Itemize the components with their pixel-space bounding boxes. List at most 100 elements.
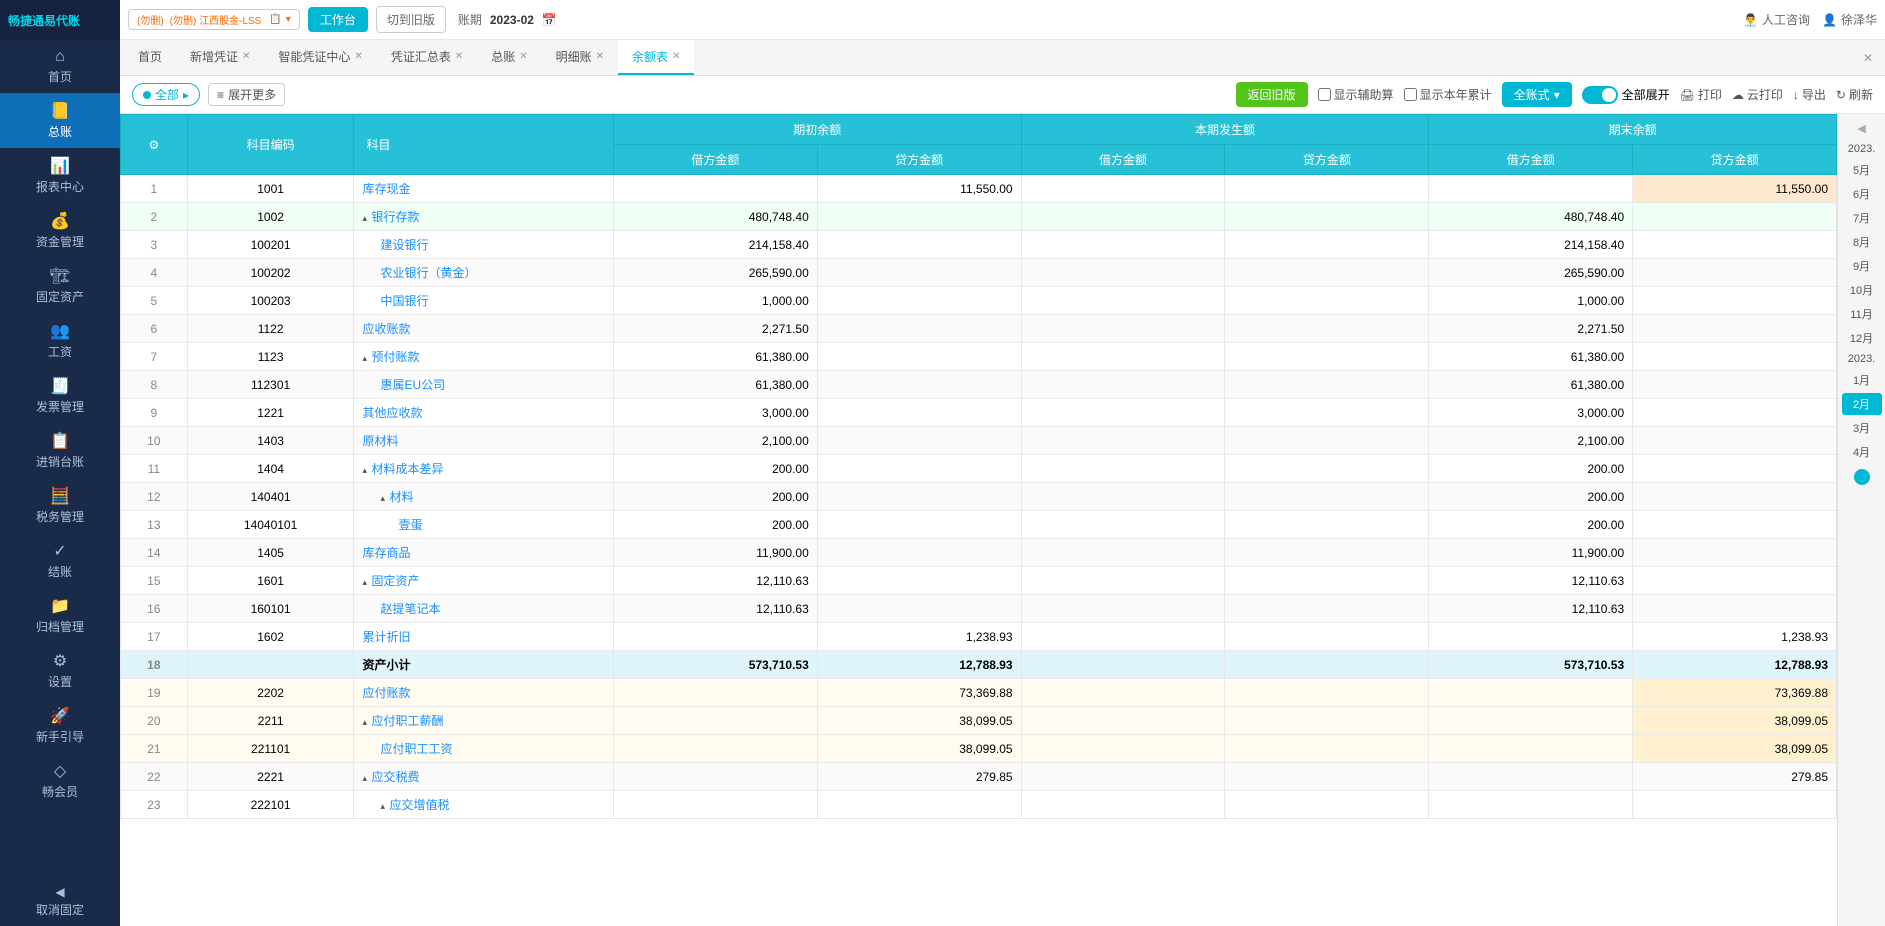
account-link[interactable]: 材料 (390, 490, 414, 504)
row-name[interactable]: 赵提笔记本 (354, 595, 613, 623)
month-8[interactable]: 8月 (1842, 231, 1882, 253)
expand-all-switch[interactable] (1582, 86, 1618, 104)
month-11[interactable]: 11月 (1842, 303, 1882, 325)
row-name[interactable]: 原材料 (354, 427, 613, 455)
company-selector[interactable]: (勿删) (勿删) 江西股金-LSS 📋 ▾ (128, 9, 300, 30)
sidebar-item-guide[interactable]: 🚀 新手引导 (0, 698, 120, 753)
sidebar-item-reports[interactable]: 📊 报表中心 (0, 148, 120, 203)
row-name[interactable]: ▴ 银行存款 (354, 203, 613, 231)
sidebar-item-fixed-assets[interactable]: 🏗 固定资产 (0, 258, 120, 313)
account-link[interactable]: 农业银行（黄金） (380, 266, 476, 280)
account-link[interactable]: 应交税费 (372, 770, 420, 784)
row-name[interactable]: ▴ 应付职工薪酬 (354, 707, 613, 735)
format-button[interactable]: 全账式 ▾ (1502, 82, 1572, 107)
account-link[interactable]: 原材料 (362, 434, 398, 448)
sidebar-item-settlement[interactable]: ✓ 结账 (0, 533, 120, 588)
expand-row-icon[interactable]: ▴ (362, 577, 369, 587)
account-link[interactable]: 建设银行 (380, 238, 428, 252)
month-6[interactable]: 6月 (1842, 183, 1882, 205)
tab-smart-check[interactable]: 智能凭证中心 ✕ (264, 40, 376, 75)
month-3[interactable]: 3月 (1842, 417, 1882, 439)
row-name[interactable]: 累计折旧 (354, 623, 613, 651)
sidebar-item-sales[interactable]: 📋 进销台账 (0, 423, 120, 478)
consult-button[interactable]: 👨‍💼 人工咨询 (1743, 11, 1810, 28)
account-link[interactable]: 应交增值税 (390, 798, 450, 812)
tab-close-detail[interactable]: ✕ (596, 51, 604, 62)
auxiliary-label[interactable]: 显示辅助算 (1318, 86, 1394, 103)
month-1[interactable]: 1月 (1842, 369, 1882, 391)
account-link[interactable]: 应付职工工资 (380, 742, 452, 756)
tab-detail[interactable]: 明细账 ✕ (542, 40, 618, 75)
sidebar-item-settings[interactable]: ⚙ 设置 (0, 643, 120, 698)
export-action[interactable]: ↓ 导出 (1793, 86, 1826, 103)
account-link[interactable]: 材料成本差异 (372, 462, 444, 476)
expand-row-icon[interactable]: ▴ (362, 717, 369, 727)
account-link[interactable]: 应付职工薪酬 (372, 714, 444, 728)
account-link[interactable]: 赵提笔记本 (380, 602, 440, 616)
print-action[interactable]: 🖨 打印 (1680, 86, 1722, 103)
row-name[interactable]: 库存商品 (354, 539, 613, 567)
tab-new-voucher[interactable]: 新增凭证 ✕ (176, 40, 264, 75)
sidebar-item-invoice[interactable]: 🧾 发票管理 (0, 368, 120, 423)
calendar-icon[interactable]: 📅 (542, 13, 557, 27)
row-name[interactable]: 中国银行 (354, 287, 613, 315)
sidebar-item-member[interactable]: ◇ 畅会员 (0, 753, 120, 808)
tab-close-smart-check[interactable]: ✕ (354, 51, 362, 62)
row-name[interactable]: ▴ 应交增值税 (354, 791, 613, 819)
row-name[interactable]: ▴ 材料成本差异 (354, 455, 613, 483)
return-old-button[interactable]: 返回旧版 (1236, 82, 1308, 107)
account-link[interactable]: 库存现金 (362, 182, 410, 196)
refresh-action[interactable]: ↻ 刷新 (1836, 86, 1873, 103)
unpin-sidebar[interactable]: ◀ 取消固定 (0, 877, 120, 926)
ytd-checkbox[interactable] (1404, 88, 1417, 101)
tab-close-balance[interactable]: ✕ (672, 51, 680, 62)
row-name[interactable]: ▴ 材料 (354, 483, 613, 511)
account-link[interactable]: 固定资产 (372, 574, 420, 588)
settings-col-header[interactable]: ⚙ (121, 115, 188, 175)
ytd-label[interactable]: 显示本年累计 (1404, 86, 1492, 103)
row-name[interactable]: 建设银行 (354, 231, 613, 259)
month-12[interactable]: 12月 (1842, 327, 1882, 349)
month-9[interactable]: 9月 (1842, 255, 1882, 277)
account-link[interactable]: 壹蛋 (398, 518, 422, 532)
switch-version-button[interactable]: 切到旧版 (376, 6, 446, 33)
sidebar-item-ledger[interactable]: 📒 总账 (0, 93, 120, 148)
row-name[interactable]: 应收账款 (354, 315, 613, 343)
tab-close-new-voucher[interactable]: ✕ (242, 51, 250, 62)
tab-ledger[interactable]: 总账 ✕ (477, 40, 541, 75)
expand-row-icon[interactable]: ▴ (380, 493, 387, 503)
workspace-button[interactable]: 工作台 (308, 7, 368, 32)
sidebar-item-archive[interactable]: 📁 归档管理 (0, 588, 120, 643)
account-link[interactable]: 银行存款 (372, 210, 420, 224)
user-profile[interactable]: 👤 徐泽华 (1822, 11, 1877, 28)
month-7[interactable]: 7月 (1842, 207, 1882, 229)
account-link[interactable]: 库存商品 (362, 546, 410, 560)
row-name[interactable]: 其他应收款 (354, 399, 613, 427)
account-link[interactable]: 其他应收款 (362, 406, 422, 420)
balance-table-container[interactable]: ⚙ 科目编码 科目 期初余额 本期发生额 期末余额 借方金额 贷方金额 借方金额… (120, 114, 1837, 926)
row-name[interactable]: 库存现金 (354, 175, 613, 203)
row-name[interactable]: 壹蛋 (354, 511, 613, 539)
expand-row-icon[interactable]: ▴ (362, 773, 369, 783)
account-link[interactable]: 预付账款 (372, 350, 420, 364)
month-5[interactable]: 5月 (1842, 159, 1882, 181)
sidebar-item-capital[interactable]: 💰 资金管理 (0, 203, 120, 258)
month-10[interactable]: 10月 (1842, 279, 1882, 301)
expand-more-button[interactable]: ≡ 展开更多 (208, 83, 285, 106)
expand-row-icon[interactable]: ▴ (380, 801, 387, 811)
row-name[interactable]: ▴ 应交税费 (354, 763, 613, 791)
month-2[interactable]: 2月 (1842, 393, 1882, 415)
tab-close-ledger[interactable]: ✕ (519, 51, 527, 62)
row-name[interactable]: ▴ 固定资产 (354, 567, 613, 595)
row-name[interactable]: 应付职工工资 (354, 735, 613, 763)
expand-row-icon[interactable]: ▴ (362, 465, 369, 475)
sidebar-item-home[interactable]: ⌂ 首页 (0, 40, 120, 93)
expand-all-toggle[interactable]: 全部展开 (1582, 86, 1670, 104)
month-4[interactable]: 4月 (1842, 441, 1882, 463)
tab-voucher-summary[interactable]: 凭证汇总表 ✕ (377, 40, 477, 75)
sidebar-item-payroll[interactable]: 👥 工资 (0, 313, 120, 368)
account-link[interactable]: 应付账款 (362, 686, 410, 700)
tab-home[interactable]: 首页 (124, 40, 176, 75)
auxiliary-checkbox[interactable] (1318, 88, 1331, 101)
tab-bar-close[interactable]: ✕ (1855, 47, 1881, 69)
